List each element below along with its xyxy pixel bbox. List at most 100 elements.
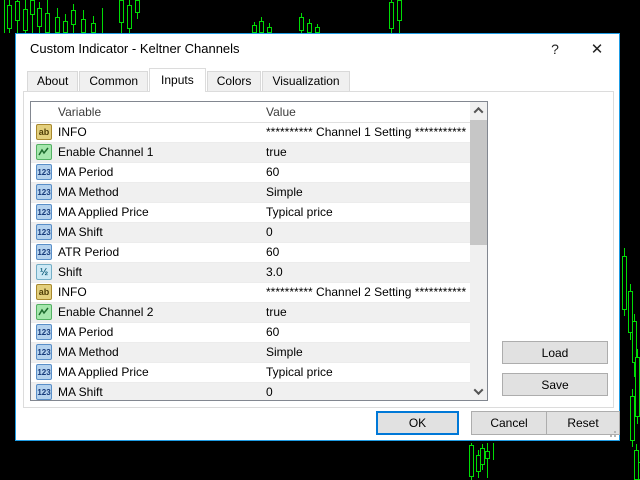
candlestick-body	[7, 5, 12, 29]
candlestick-body	[71, 10, 76, 25]
table-row[interactable]: 123 MA Period 60	[31, 163, 470, 183]
table-row[interactable]: 123 MA Shift 0	[31, 223, 470, 243]
table-row[interactable]: 123 ATR Period 60	[31, 243, 470, 263]
variable-name: INFO	[58, 125, 87, 139]
table-row[interactable]: 123 MA Shift 0	[31, 383, 470, 400]
tab-common[interactable]: Common	[79, 71, 149, 91]
variable-name: ATR Period	[58, 245, 120, 259]
candlestick-body	[259, 21, 264, 33]
variable-name: Enable Channel 1	[58, 145, 154, 159]
variable-value[interactable]: Simple	[266, 183, 303, 201]
candlestick-body	[635, 357, 640, 417]
candlestick-body	[30, 0, 35, 15]
ok-button[interactable]: OK	[376, 411, 459, 435]
variable-value[interactable]: true	[266, 303, 287, 321]
candlestick-body	[37, 8, 42, 27]
variable-value[interactable]: true	[266, 143, 287, 161]
candlestick-body	[15, 1, 20, 21]
variable-value[interactable]: ********** Channel 2 Setting ***********	[266, 283, 466, 301]
tab-inputs[interactable]: Inputs	[149, 68, 206, 92]
candlestick-body	[397, 0, 402, 21]
table-row[interactable]: 123 MA Period 60	[31, 323, 470, 343]
variable-name: MA Method	[58, 185, 119, 199]
variable-name: MA Shift	[58, 225, 103, 239]
variable-name: Enable Channel 2	[58, 305, 154, 319]
title-bar: Custom Indicator - Keltner Channels ? ✕	[16, 34, 619, 63]
fraction-param-icon: ½	[36, 264, 52, 280]
table-body: ab INFO ********** Channel 1 Setting *****…	[31, 123, 470, 400]
close-button[interactable]: ✕	[575, 34, 619, 63]
save-button[interactable]: Save	[502, 373, 608, 396]
variable-value[interactable]: Typical price	[266, 203, 333, 221]
variable-name: MA Applied Price	[58, 205, 149, 219]
bool-param-icon	[36, 144, 52, 160]
candlestick-body	[389, 2, 394, 29]
candlestick-wick	[493, 443, 494, 460]
variable-name: MA Shift	[58, 385, 103, 399]
number-param-icon: 123	[36, 244, 52, 260]
candlestick-body	[91, 23, 96, 33]
scrollbar-thumb[interactable]	[470, 120, 487, 245]
variable-name: MA Period	[58, 165, 114, 179]
table-row[interactable]: ab INFO ********** Channel 2 Setting *****…	[31, 283, 470, 303]
table-row[interactable]: ab INFO ********** Channel 1 Setting *****…	[31, 123, 470, 143]
candlestick-wick	[487, 443, 488, 478]
tab-visualization[interactable]: Visualization	[262, 71, 350, 91]
variable-name: Shift	[58, 265, 83, 279]
candlestick-body	[45, 13, 50, 33]
variable-value[interactable]: ********** Channel 1 Setting ***********	[266, 123, 466, 141]
candlestick-body	[469, 445, 474, 477]
number-param-icon: 123	[36, 384, 52, 400]
dialog-title: Custom Indicator - Keltner Channels	[30, 41, 240, 56]
table-row[interactable]: Enable Channel 2 true	[31, 303, 470, 323]
variable-value[interactable]: 0	[266, 223, 273, 241]
number-param-icon: 123	[36, 324, 52, 340]
variable-value[interactable]: Simple	[266, 343, 303, 361]
scroll-down-button[interactable]	[470, 383, 487, 400]
variable-value[interactable]: Typical price	[266, 363, 333, 381]
table-row[interactable]: Enable Channel 1 true	[31, 143, 470, 163]
chevron-up-icon	[473, 106, 484, 117]
tab-about[interactable]: About	[27, 71, 79, 91]
variable-value[interactable]: 60	[266, 243, 279, 261]
table-scrollbar[interactable]	[470, 102, 487, 400]
scroll-up-button[interactable]	[470, 102, 487, 119]
table-row[interactable]: 123 MA Method Simple	[31, 183, 470, 203]
number-param-icon: 123	[36, 364, 52, 380]
variable-value[interactable]: 3.0	[266, 263, 283, 281]
variable-value[interactable]: 60	[266, 323, 279, 341]
candlestick-body	[81, 19, 86, 33]
string-param-icon: ab	[36, 284, 52, 300]
candlestick-wick	[102, 8, 103, 33]
candlestick-body	[119, 0, 124, 23]
table-row[interactable]: ½ Shift 3.0	[31, 263, 470, 283]
table-row[interactable]: 123 MA Applied Price Typical price	[31, 363, 470, 383]
column-header-variable[interactable]: Variable	[58, 102, 101, 122]
table-row[interactable]: 123 MA Applied Price Typical price	[31, 203, 470, 223]
candlestick-body	[622, 256, 627, 310]
candlestick-body	[630, 396, 635, 441]
candlestick-body	[55, 17, 60, 33]
chevron-down-icon	[473, 385, 484, 396]
tab-colors[interactable]: Colors	[206, 71, 262, 91]
resize-grip[interactable]	[606, 427, 616, 437]
variable-name: MA Method	[58, 345, 119, 359]
candlestick-body	[63, 21, 68, 33]
help-button[interactable]: ?	[535, 34, 575, 63]
column-header-value[interactable]: Value	[266, 102, 296, 122]
variable-name: MA Period	[58, 325, 114, 339]
variable-value[interactable]: 0	[266, 383, 273, 400]
candlestick-wick	[4, 0, 5, 33]
bool-param-icon	[36, 304, 52, 320]
custom-indicator-dialog: Custom Indicator - Keltner Channels ? ✕ …	[15, 33, 620, 441]
candlestick-body	[307, 23, 312, 33]
number-param-icon: 123	[36, 224, 52, 240]
table-row[interactable]: 123 MA Method Simple	[31, 343, 470, 363]
cancel-button[interactable]: Cancel	[471, 411, 547, 435]
string-param-icon: ab	[36, 124, 52, 140]
variable-value[interactable]: 60	[266, 163, 279, 181]
number-param-icon: 123	[36, 204, 52, 220]
candlestick-body	[23, 9, 28, 31]
load-button[interactable]: Load	[502, 341, 608, 364]
candlestick-body	[485, 451, 490, 459]
